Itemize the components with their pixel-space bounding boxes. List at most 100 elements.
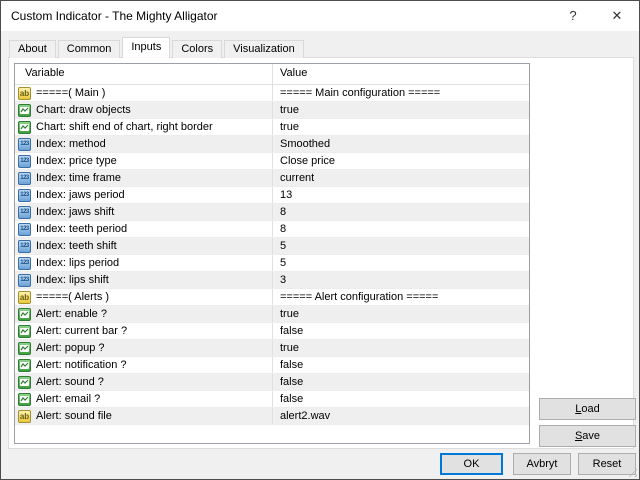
variable-label: Index: jaws period: [36, 189, 125, 201]
value-cell[interactable]: Smoothed: [273, 136, 529, 152]
table-row[interactable]: 123 Index: time frame current: [15, 170, 529, 187]
variable-cell: 123 Index: time frame: [15, 170, 273, 186]
variable-cell: Alert: sound ?: [15, 374, 273, 390]
table-row[interactable]: ab =====( Main ) ===== Main configuration …: [15, 85, 529, 102]
save-button[interactable]: Save: [539, 425, 636, 447]
value-cell[interactable]: Close price: [273, 153, 529, 169]
variable-cell: Alert: notification ?: [15, 357, 273, 373]
chart-icon: [18, 103, 31, 117]
tab-about[interactable]: About: [9, 40, 56, 58]
table-row[interactable]: 123 Index: teeth shift 5: [15, 238, 529, 255]
column-header-value: Value: [280, 67, 308, 79]
table-row[interactable]: Alert: popup ? true: [15, 340, 529, 357]
variable-cell: 123 Index: lips period: [15, 255, 273, 271]
table-row[interactable]: Alert: email ? false: [15, 391, 529, 408]
table-row[interactable]: 123 Index: lips shift 3: [15, 272, 529, 289]
value-cell[interactable]: false: [273, 391, 529, 407]
inputs-tab-page: Variable Value ab =====( Main ) ===== Main…: [8, 57, 636, 449]
value-cell[interactable]: alert2.wav: [273, 408, 529, 424]
table-row[interactable]: Alert: sound ? false: [15, 374, 529, 391]
chart-icon: [18, 341, 31, 355]
close-icon[interactable]: ✕: [595, 1, 639, 31]
table-row[interactable]: 123 Index: lips period 5: [15, 255, 529, 272]
value-cell[interactable]: true: [273, 102, 529, 118]
variable-label: Alert: current bar ?: [36, 325, 128, 337]
help-icon[interactable]: ?: [551, 1, 595, 31]
variable-cell: 123 Index: jaws period: [15, 187, 273, 203]
variable-cell: ab =====( Main ): [15, 85, 273, 101]
avbryt-button[interactable]: Avbryt: [513, 453, 571, 475]
value-cell[interactable]: 8: [273, 221, 529, 237]
table-row[interactable]: 123 Index: jaws period 13: [15, 187, 529, 204]
ok-button[interactable]: OK: [440, 453, 503, 475]
number-icon: 123: [18, 222, 31, 236]
custom-indicator-dialog: Custom Indicator - The Mighty Alligator …: [0, 0, 640, 480]
table-header: Variable Value: [15, 64, 529, 85]
number-icon: 123: [18, 171, 31, 185]
chart-icon: [18, 392, 31, 406]
text-icon: ab: [18, 290, 31, 304]
table-row[interactable]: 123 Index: teeth period 8: [15, 221, 529, 238]
value-cell[interactable]: false: [273, 323, 529, 339]
variable-cell: 123 Index: teeth period: [15, 221, 273, 237]
titlebar-buttons: ? ✕: [551, 1, 639, 31]
tab-common[interactable]: Common: [57, 40, 121, 58]
tab-inputs[interactable]: Inputs: [122, 37, 171, 58]
value-cell[interactable]: 5: [273, 255, 529, 271]
table-row[interactable]: Chart: draw objects true: [15, 102, 529, 119]
variable-cell: 123 Index: price type: [15, 153, 273, 169]
variable-cell: Alert: popup ?: [15, 340, 273, 356]
value-cell[interactable]: false: [273, 357, 529, 373]
value-cell[interactable]: ===== Main configuration =====: [273, 85, 529, 101]
table-row[interactable]: Alert: enable ? true: [15, 306, 529, 323]
table-row[interactable]: ab Alert: sound file alert2.wav: [15, 408, 529, 425]
reset-button[interactable]: Reset: [578, 453, 636, 475]
chart-icon: [18, 120, 31, 134]
table-body: ab =====( Main ) ===== Main configuration …: [15, 85, 529, 425]
value-cell[interactable]: 3: [273, 272, 529, 288]
variable-label: Index: jaws shift: [36, 206, 115, 218]
table-row[interactable]: ab =====( Alerts ) ===== Alert configurati…: [15, 289, 529, 306]
value-cell[interactable]: true: [273, 119, 529, 135]
variable-label: Index: price type: [36, 155, 117, 167]
variable-label: Alert: notification ?: [36, 359, 127, 371]
value-cell[interactable]: 8: [273, 204, 529, 220]
window-title: Custom Indicator - The Mighty Alligator: [11, 9, 218, 23]
number-icon: 123: [18, 137, 31, 151]
variable-label: Chart: shift end of chart, right border: [36, 121, 213, 133]
number-icon: 123: [18, 273, 31, 287]
variable-label: Index: teeth period: [36, 223, 128, 235]
table-row[interactable]: 123 Index: price type Close price: [15, 153, 529, 170]
variable-cell: Alert: enable ?: [15, 306, 273, 322]
variable-label: Index: method: [36, 138, 106, 150]
variable-cell: ab Alert: sound file: [15, 408, 273, 424]
value-cell[interactable]: ===== Alert configuration =====: [273, 289, 529, 305]
variable-cell: ab =====( Alerts ): [15, 289, 273, 305]
variable-cell: Alert: current bar ?: [15, 323, 273, 339]
variable-label: Index: lips period: [36, 257, 120, 269]
value-cell[interactable]: 5: [273, 238, 529, 254]
table-row[interactable]: 123 Index: method Smoothed: [15, 136, 529, 153]
variable-cell: 123 Index: lips shift: [15, 272, 273, 288]
table-row[interactable]: Alert: current bar ? false: [15, 323, 529, 340]
table-row[interactable]: 123 Index: jaws shift 8: [15, 204, 529, 221]
value-cell[interactable]: false: [273, 374, 529, 390]
tab-colors[interactable]: Colors: [172, 40, 223, 58]
value-cell[interactable]: true: [273, 340, 529, 356]
variable-cell: 123 Index: jaws shift: [15, 204, 273, 220]
number-icon: 123: [18, 154, 31, 168]
tab-strip: About Common Inputs Colors Visualization: [9, 37, 306, 58]
table-row[interactable]: Alert: notification ? false: [15, 357, 529, 374]
variable-label: Alert: popup ?: [36, 342, 105, 354]
number-icon: 123: [18, 205, 31, 219]
load-button[interactable]: Load: [539, 398, 636, 420]
value-cell[interactable]: current: [273, 170, 529, 186]
variable-cell: Chart: shift end of chart, right border: [15, 119, 273, 135]
table-row[interactable]: Chart: shift end of chart, right border t…: [15, 119, 529, 136]
tab-visualization[interactable]: Visualization: [224, 40, 304, 58]
variable-label: Alert: enable ?: [36, 308, 107, 320]
variable-label: Alert: sound file: [36, 410, 112, 422]
chart-icon: [18, 358, 31, 372]
value-cell[interactable]: true: [273, 306, 529, 322]
value-cell[interactable]: 13: [273, 187, 529, 203]
